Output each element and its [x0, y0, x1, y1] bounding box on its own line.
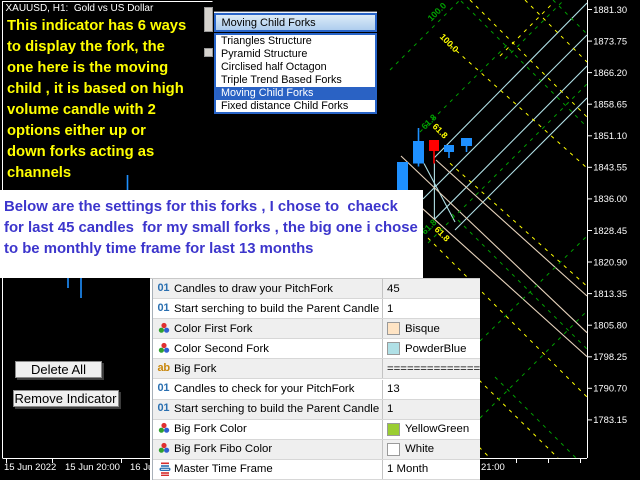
svg-text:1836.00: 1836.00: [593, 193, 627, 204]
svg-text:1858.65: 1858.65: [593, 99, 627, 110]
svg-text:1790.70: 1790.70: [593, 383, 627, 394]
svg-text:1820.90: 1820.90: [593, 256, 627, 267]
svg-text:1866.20: 1866.20: [593, 67, 627, 78]
svg-text:1881.30: 1881.30: [593, 4, 627, 15]
svg-text:1843.55: 1843.55: [593, 162, 627, 173]
svg-text:15 Jun 20:00: 15 Jun 20:00: [65, 462, 120, 473]
svg-text:100.0: 100.0: [426, 0, 449, 23]
svg-text:21:00: 21:00: [481, 462, 505, 473]
svg-text:1813.35: 1813.35: [593, 288, 627, 299]
svg-text:61.8: 61.8: [433, 224, 452, 243]
svg-text:15 Jun 2022: 15 Jun 2022: [4, 462, 56, 473]
svg-text:1828.45: 1828.45: [593, 225, 627, 236]
svg-text:1873.75: 1873.75: [593, 35, 627, 46]
svg-text:1805.80: 1805.80: [593, 320, 627, 331]
svg-text:1798.25: 1798.25: [593, 351, 627, 362]
svg-text:1783.15: 1783.15: [593, 414, 627, 425]
svg-text:1851.10: 1851.10: [593, 130, 627, 141]
svg-text:61.8: 61.8: [431, 121, 450, 140]
